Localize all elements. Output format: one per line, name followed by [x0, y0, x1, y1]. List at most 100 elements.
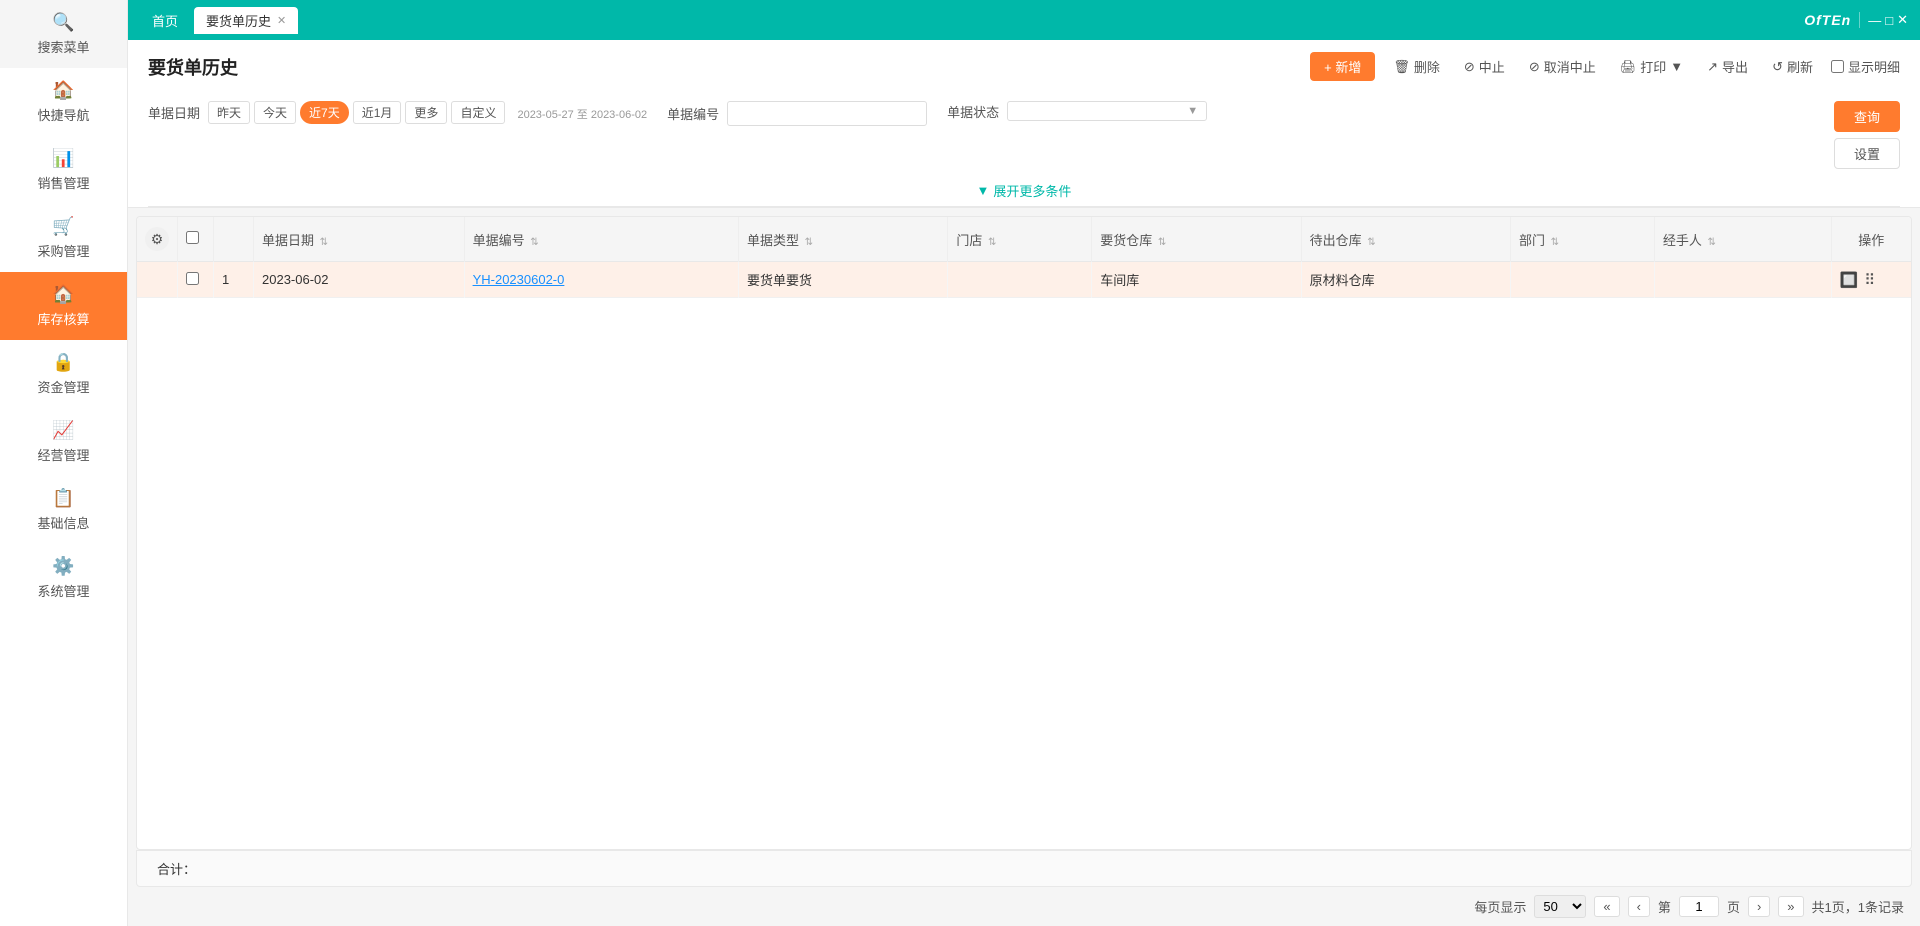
maximize-button[interactable]: □ [1885, 13, 1893, 28]
th-handler[interactable]: 经手人 ⇅ [1654, 217, 1831, 262]
date-btn-custom[interactable]: 自定义 [451, 101, 505, 124]
tab-yaohuodan-history[interactable]: 要货单历史 ✕ [194, 7, 298, 34]
tab-home[interactable]: 首页 [140, 7, 190, 34]
sidebar-item-basic-info[interactable]: 📋 基础信息 [0, 476, 127, 544]
table-row[interactable]: 1 2023-06-02 YH-20230602-0 要货单要货 车间库 原材料… [137, 262, 1911, 298]
export-button[interactable]: ↗ 导出 [1701, 53, 1754, 80]
td-checkbox[interactable] [178, 262, 214, 298]
table-header-row: ⚙ 单据日期 ⇅ 单据编号 ⇅ [137, 217, 1911, 262]
page-input[interactable] [1679, 896, 1719, 917]
settings-button[interactable]: 设置 [1834, 138, 1900, 169]
chevron-down-icon: ▼ [1187, 105, 1198, 117]
sort-pending-warehouse-icon: ⇅ [1367, 237, 1375, 248]
sidebar-item-sales-mgmt[interactable]: 📊 销售管理 [0, 136, 127, 204]
date-btn-more[interactable]: 更多 [405, 101, 447, 124]
sort-order-no-icon: ⇅ [530, 237, 538, 248]
footer-total-label: 合计： [157, 862, 196, 877]
print-icon: 🖨 [1620, 59, 1637, 75]
td-num: 1 [214, 262, 254, 298]
brand-label: OfTEn [1804, 12, 1851, 28]
refresh-icon: ↺ [1772, 59, 1783, 75]
date-btn-7days[interactable]: 近7天 [300, 101, 349, 124]
date-range-text: 2023-05-27 至 2023-06-02 [517, 106, 647, 122]
sidebar-item-purchase-mgmt[interactable]: 🛒 采购管理 [0, 204, 127, 272]
first-page-button[interactable]: « [1594, 896, 1619, 917]
suspend-button[interactable]: ⊘ 中止 [1458, 53, 1511, 80]
th-order-no[interactable]: 单据编号 ⇅ [464, 217, 738, 262]
sort-date-icon: ⇅ [320, 237, 328, 248]
row-view-icon[interactable]: 🔲 [1840, 271, 1859, 289]
sidebar-item-inventory-calc[interactable]: 🏠 库存核算 [0, 272, 127, 340]
date-btn-today[interactable]: 今天 [254, 101, 296, 124]
sidebar-item-system-mgmt[interactable]: ⚙️ 系统管理 [0, 544, 127, 612]
order-no-label: 单据编号 [667, 104, 719, 123]
th-actions: 操作 [1831, 217, 1911, 262]
sort-store-icon: ⇅ [988, 237, 996, 248]
tab-home-label: 首页 [152, 11, 178, 30]
th-settings[interactable]: ⚙ [137, 217, 178, 262]
order-no-input[interactable] [727, 101, 927, 126]
data-table: ⚙ 单据日期 ⇅ 单据编号 ⇅ [137, 217, 1911, 298]
sidebar-item-quick-nav[interactable]: 🏠 快捷导航 [0, 68, 127, 136]
sidebar-item-label: 基础信息 [37, 513, 89, 532]
td-handler [1654, 262, 1831, 298]
export-icon: ↗ [1707, 59, 1718, 75]
date-btn-yesterday[interactable]: 昨天 [208, 101, 250, 124]
sidebar-item-label: 采购管理 [37, 241, 89, 260]
print-button[interactable]: 🖨 打印 ▼ [1614, 53, 1689, 80]
select-all-checkbox[interactable] [186, 231, 199, 244]
td-actions: 🔲 ⠿ [1831, 262, 1911, 298]
th-date[interactable]: 单据日期 ⇅ [254, 217, 465, 262]
sort-handler-icon: ⇅ [1707, 237, 1715, 248]
th-checkbox[interactable] [178, 217, 214, 262]
minimize-button[interactable]: — [1868, 13, 1881, 28]
pagination-summary: 共1页，1条记录 [1812, 897, 1904, 916]
sort-department-icon: ⇅ [1551, 237, 1559, 248]
td-order-no[interactable]: YH-20230602-0 [464, 262, 738, 298]
th-type[interactable]: 单据类型 ⇅ [738, 217, 947, 262]
delete-button[interactable]: 🗑 删除 [1387, 53, 1446, 80]
delete-icon: 🗑 [1393, 59, 1410, 75]
per-page-select[interactable]: 20 50 100 [1534, 895, 1586, 918]
tab-close-icon[interactable]: ✕ [277, 14, 286, 27]
expand-more-button[interactable]: ▼ 展开更多条件 [977, 181, 1072, 200]
expand-row: ▼ 展开更多条件 [148, 175, 1900, 207]
date-filter-label: 单据日期 [148, 103, 200, 122]
sidebar-item-finance-mgmt[interactable]: 🔒 资金管理 [0, 340, 127, 408]
th-pending-warehouse[interactable]: 待出仓库 ⇅ [1301, 217, 1510, 262]
cancel-suspend-button[interactable]: ⊘ 取消中止 [1523, 53, 1602, 80]
prev-page-button[interactable]: ‹ [1628, 896, 1650, 917]
pagination: 每页显示 20 50 100 « ‹ 第 页 › » 共1页，1条记录 [128, 887, 1920, 926]
td-date: 2023-06-02 [254, 262, 465, 298]
query-button[interactable]: 查询 [1834, 101, 1900, 132]
lock-icon: 🔒 [52, 352, 74, 373]
close-window-button[interactable]: ✕ [1897, 12, 1908, 28]
sidebar-item-label: 资金管理 [37, 377, 89, 396]
refresh-button[interactable]: ↺ 刷新 [1766, 53, 1819, 80]
tab-yaohuodan-label: 要货单历史 [206, 11, 271, 30]
sidebar: 🔍 搜索菜单 🏠 快捷导航 📊 销售管理 🛒 采购管理 🏠 库存核算 🔒 资金管… [0, 0, 128, 926]
th-req-warehouse[interactable]: 要货仓库 ⇅ [1092, 217, 1301, 262]
sidebar-item-label: 经营管理 [37, 445, 89, 464]
sidebar-item-label: 销售管理 [37, 173, 89, 192]
show-detail-checkbox[interactable] [1831, 60, 1844, 73]
row-checkbox[interactable] [186, 272, 199, 285]
order-no-filter-group: 单据编号 [667, 101, 927, 126]
main-area: 首页 要货单历史 ✕ OfTEn — □ ✕ 要货单历史 + 新增 🗑 删除 [128, 0, 1920, 926]
last-page-button[interactable]: » [1778, 896, 1803, 917]
th-store[interactable]: 门店 ⇅ [948, 217, 1092, 262]
settings-gear-icon[interactable]: ⚙ [145, 227, 169, 251]
page-suffix: 页 [1727, 897, 1740, 916]
next-page-button[interactable]: › [1748, 896, 1770, 917]
table-body: 1 2023-06-02 YH-20230602-0 要货单要货 车间库 原材料… [137, 262, 1911, 298]
footer-total: 合计： [136, 850, 1912, 887]
row-more-icon[interactable]: ⠿ [1864, 271, 1875, 289]
show-detail-checkbox-label[interactable]: 显示明细 [1831, 57, 1900, 76]
sidebar-item-ops-mgmt[interactable]: 📈 经营管理 [0, 408, 127, 476]
status-select[interactable]: ▼ [1007, 101, 1207, 121]
new-button[interactable]: + 新增 [1310, 52, 1375, 81]
th-department[interactable]: 部门 ⇅ [1511, 217, 1655, 262]
date-btn-1month[interactable]: 近1月 [353, 101, 402, 124]
sidebar-item-search-menu[interactable]: 🔍 搜索菜单 [0, 0, 127, 68]
td-department [1511, 262, 1655, 298]
